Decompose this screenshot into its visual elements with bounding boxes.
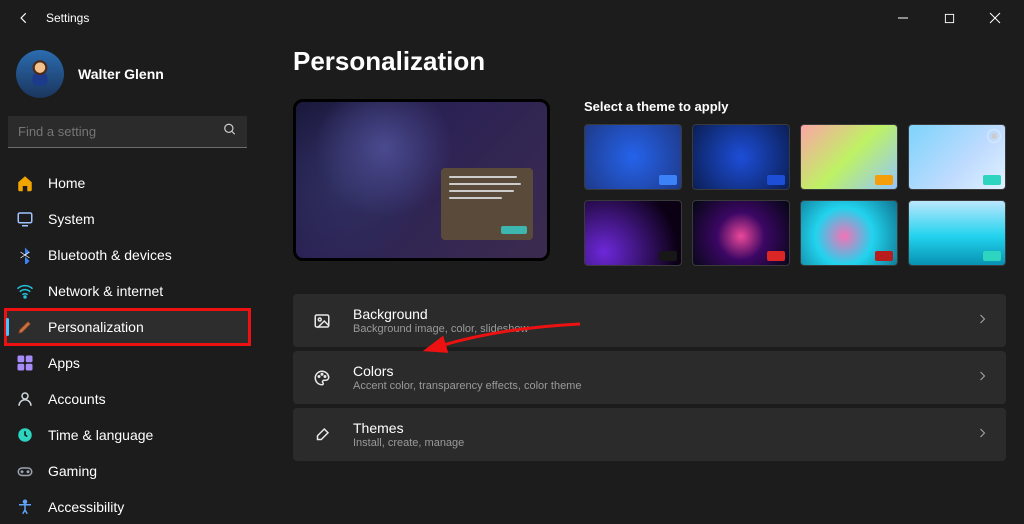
sidebar-item-label: System <box>48 211 95 227</box>
card-title: Background <box>353 306 528 322</box>
maximize-button[interactable] <box>940 9 958 27</box>
sidebar-item-system[interactable]: System <box>6 202 249 236</box>
sidebar-item-apps[interactable]: Apps <box>6 346 249 380</box>
user-block[interactable]: Walter Glenn <box>6 42 249 116</box>
sidebar: Walter Glenn Home System Bluetooth & dev… <box>0 36 255 516</box>
time-icon <box>16 426 34 444</box>
main: Personalization Select a theme to apply … <box>255 36 1024 516</box>
sidebar-item-home[interactable]: Home <box>6 166 249 200</box>
theme-option-6[interactable] <box>692 200 790 266</box>
sidebar-item-accounts[interactable]: Accounts <box>6 382 249 416</box>
sidebar-item-label: Time & language <box>48 427 153 443</box>
card-subtitle: Install, create, manage <box>353 437 464 449</box>
apps-icon <box>16 354 34 372</box>
page-title: Personalization <box>293 46 1006 77</box>
settings-cards: Background Background image, color, slid… <box>293 294 1006 461</box>
chevron-right-icon <box>976 426 988 444</box>
accounts-icon <box>16 390 34 408</box>
search-box <box>8 116 247 148</box>
themes-section: Select a theme to apply <box>584 99 1006 266</box>
sidebar-item-label: Bluetooth & devices <box>48 247 172 263</box>
theme-option-5[interactable] <box>584 200 682 266</box>
themes-title: Select a theme to apply <box>584 99 1006 114</box>
network-icon <box>16 282 34 300</box>
sidebar-item-label: Network & internet <box>48 283 163 299</box>
window-controls <box>894 9 1014 27</box>
card-title: Themes <box>353 420 464 436</box>
home-icon <box>16 174 34 192</box>
card-background[interactable]: Background Background image, color, slid… <box>293 294 1006 347</box>
sidebar-item-label: Accessibility <box>48 499 124 515</box>
sidebar-item-label: Personalization <box>48 319 144 335</box>
theme-option-7[interactable] <box>800 200 898 266</box>
window-title: Settings <box>46 11 89 25</box>
bluetooth-icon <box>16 246 34 264</box>
theme-option-3[interactable] <box>800 124 898 190</box>
sidebar-item-label: Accounts <box>48 391 106 407</box>
sidebar-item-accessibility[interactable]: Accessibility <box>6 490 249 524</box>
theme-option-4[interactable] <box>908 124 1006 190</box>
sidebar-item-gaming[interactable]: Gaming <box>6 454 249 488</box>
system-icon <box>16 210 34 228</box>
card-themes[interactable]: Themes Install, create, manage <box>293 408 1006 461</box>
avatar <box>16 50 64 98</box>
nav: Home System Bluetooth & devices Network … <box>6 166 249 524</box>
theme-option-8[interactable] <box>908 200 1006 266</box>
card-colors[interactable]: Colors Accent color, transparency effect… <box>293 351 1006 404</box>
preview-row: Select a theme to apply <box>293 99 1006 266</box>
chevron-right-icon <box>976 312 988 330</box>
card-subtitle: Accent color, transparency effects, colo… <box>353 380 581 392</box>
palette-icon <box>311 367 333 389</box>
titlebar: Settings <box>0 0 1024 36</box>
personalization-icon <box>16 318 34 336</box>
theme-option-2[interactable] <box>692 124 790 190</box>
desktop-preview <box>293 99 550 261</box>
user-name: Walter Glenn <box>78 66 164 82</box>
sidebar-item-time-language[interactable]: Time & language <box>6 418 249 452</box>
sidebar-item-personalization[interactable]: Personalization <box>6 310 249 344</box>
brush-icon <box>311 424 333 446</box>
minimize-button[interactable] <box>894 9 912 27</box>
theme-option-1[interactable] <box>584 124 682 190</box>
sidebar-item-label: Gaming <box>48 463 97 479</box>
sidebar-item-label: Home <box>48 175 85 191</box>
search-input[interactable] <box>8 116 247 148</box>
search-icon <box>223 123 237 142</box>
back-button[interactable] <box>10 4 38 32</box>
themes-grid <box>584 124 1006 266</box>
image-icon <box>311 310 333 332</box>
gaming-icon <box>16 462 34 480</box>
card-subtitle: Background image, color, slideshow <box>353 323 528 335</box>
sidebar-item-label: Apps <box>48 355 80 371</box>
close-button[interactable] <box>986 9 1004 27</box>
sidebar-item-network-internet[interactable]: Network & internet <box>6 274 249 308</box>
accessibility-icon <box>16 498 34 516</box>
card-title: Colors <box>353 363 581 379</box>
chevron-right-icon <box>976 369 988 387</box>
sidebar-item-bluetooth-devices[interactable]: Bluetooth & devices <box>6 238 249 272</box>
